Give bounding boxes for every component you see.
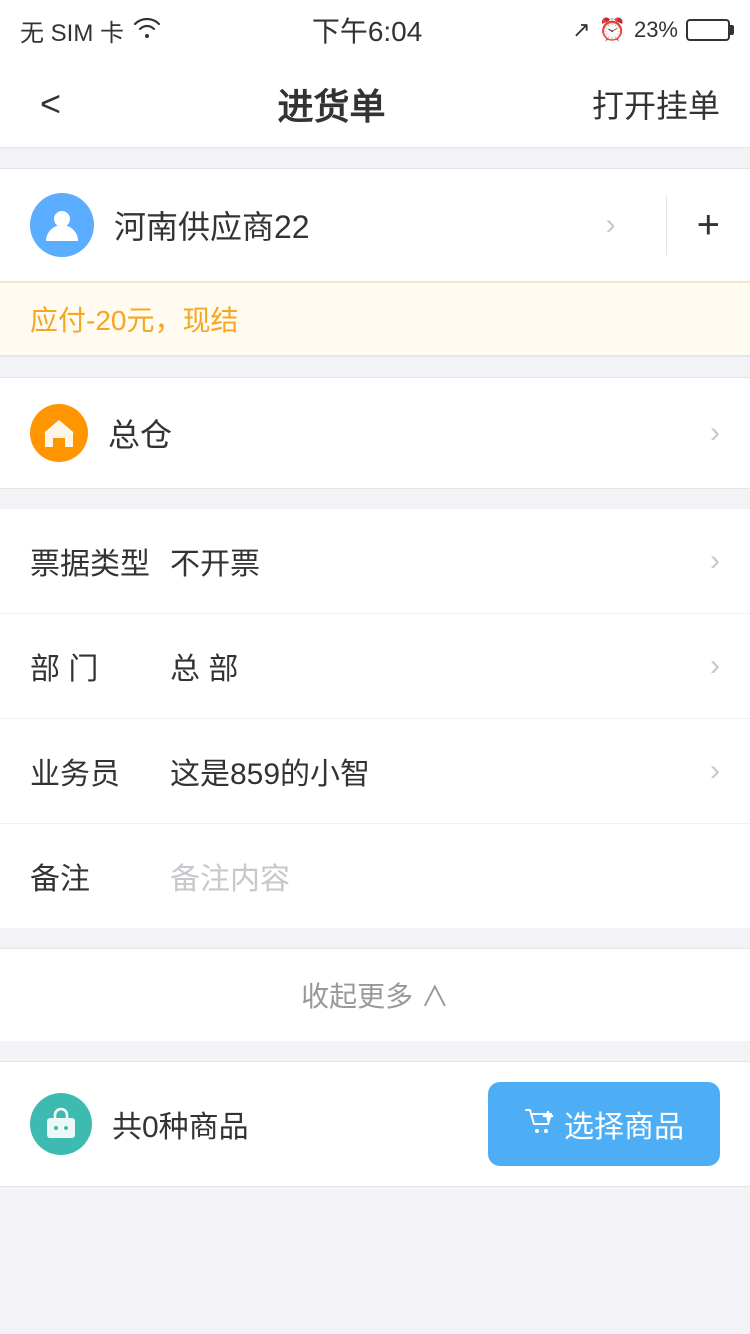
location-icon: ↗: [572, 17, 590, 43]
supplier-divider: [666, 195, 667, 255]
notice-bar: 应付-20元，现结: [0, 282, 750, 356]
status-bar: 无 SIM 卡 下午6:04 ↗ ⏰ 23%: [0, 0, 750, 60]
supplier-chevron-icon: ›: [606, 208, 616, 242]
add-supplier-button[interactable]: +: [687, 203, 730, 248]
department-label: 部 门: [30, 644, 170, 688]
supplier-section: 河南供应商22 › + 应付-20元，现结: [0, 168, 750, 357]
select-product-label: 选择商品: [564, 1102, 684, 1146]
product-count-label: 共0种商品: [112, 1102, 488, 1146]
product-icon: [30, 1093, 92, 1155]
status-right: ↗ ⏰ 23%: [572, 17, 730, 43]
invoice-value: 不开票: [170, 539, 700, 583]
select-product-button[interactable]: 选择商品: [488, 1082, 720, 1166]
remark-label: 备注: [30, 854, 170, 898]
form-row-salesperson[interactable]: 业务员 这是859的小智 ›: [0, 719, 750, 824]
supplier-avatar: [30, 193, 94, 257]
open-pending-button[interactable]: 打开挂单: [592, 81, 720, 127]
alarm-icon: ⏰: [599, 17, 626, 43]
warehouse-icon: [30, 404, 88, 462]
section-gap-1: [0, 148, 750, 168]
wifi-icon: [132, 16, 162, 44]
status-left: 无 SIM 卡: [20, 13, 162, 48]
page-title: 进货单: [278, 78, 386, 130]
form-section: 票据类型 不开票 › 部 门 总 部 › 业务员 这是859的小智 › 备注 备…: [0, 509, 750, 928]
salesperson-chevron-icon: ›: [710, 754, 720, 788]
product-bar: 共0种商品 选择商品: [0, 1061, 750, 1187]
warehouse-chevron-icon: ›: [710, 416, 720, 450]
invoice-chevron-icon: ›: [710, 544, 720, 578]
form-row-invoice[interactable]: 票据类型 不开票 ›: [0, 509, 750, 614]
time-label: 下午6:04: [312, 10, 423, 50]
department-chevron-icon: ›: [710, 649, 720, 683]
notice-text: 应付-20元，现结: [30, 305, 238, 336]
collapse-label: 收起更多 ∧: [301, 981, 449, 1012]
back-button[interactable]: <: [30, 73, 71, 135]
supplier-row[interactable]: 河南供应商22 › +: [0, 169, 750, 282]
supplier-name: 河南供应商22: [114, 202, 596, 248]
salesperson-value: 这是859的小智: [170, 749, 700, 793]
remark-input[interactable]: 备注内容: [170, 854, 720, 898]
department-value: 总 部: [170, 644, 700, 688]
form-row-department[interactable]: 部 门 总 部 ›: [0, 614, 750, 719]
select-product-icon: [524, 1108, 554, 1141]
nav-bar: < 进货单 打开挂单: [0, 60, 750, 148]
battery-icon: [686, 19, 730, 41]
collapse-button[interactable]: 收起更多 ∧: [0, 948, 750, 1041]
supplier-selector[interactable]: 河南供应商22 ›: [0, 169, 646, 281]
warehouse-row[interactable]: 总仓 ›: [0, 377, 750, 489]
invoice-label: 票据类型: [30, 539, 170, 583]
battery-percent: 23%: [634, 17, 678, 43]
carrier-label: 无 SIM 卡: [20, 13, 124, 48]
warehouse-name: 总仓: [108, 410, 700, 456]
salesperson-label: 业务员: [30, 749, 170, 793]
form-row-remark[interactable]: 备注 备注内容: [0, 824, 750, 928]
